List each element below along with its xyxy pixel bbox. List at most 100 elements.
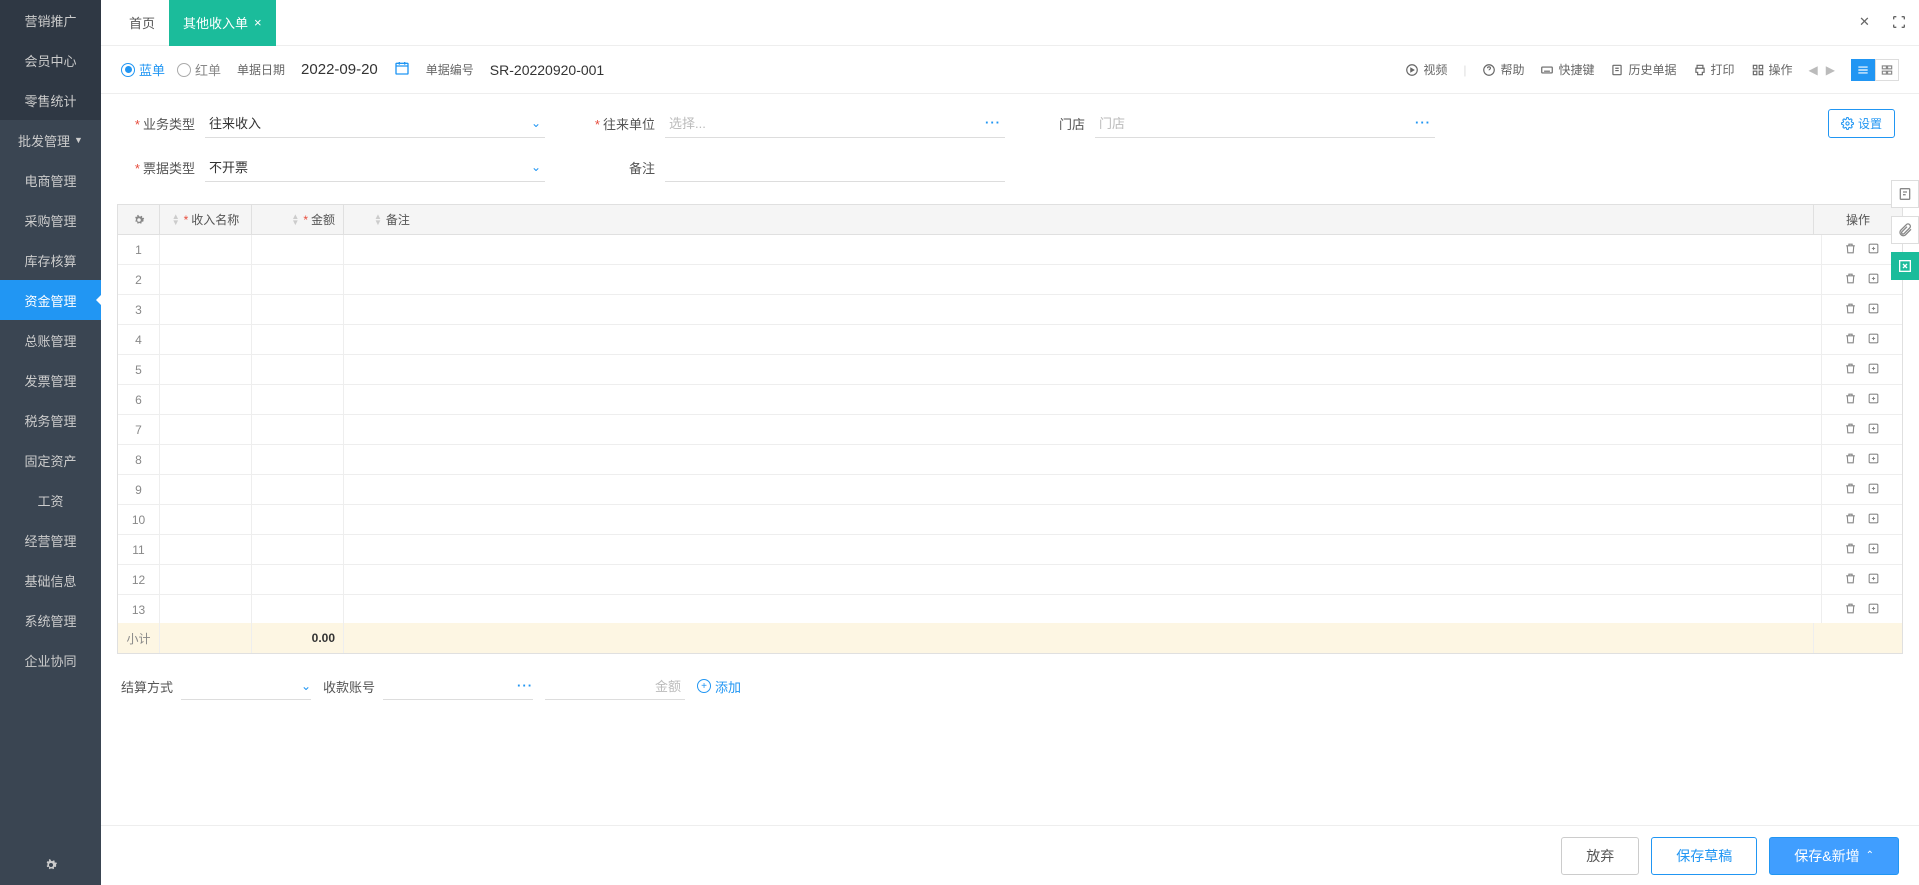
rail-attach-button[interactable] xyxy=(1891,216,1919,244)
shortcut-link[interactable]: 快捷键 xyxy=(1540,61,1594,78)
sidebar-item-10[interactable]: 税务管理 xyxy=(0,400,101,440)
header-amount[interactable]: ▲▼ *金额 xyxy=(252,205,344,234)
view-card-button[interactable] xyxy=(1875,59,1899,81)
header-gear[interactable] xyxy=(118,205,160,234)
sidebar-settings[interactable] xyxy=(0,845,101,885)
add-row-icon[interactable] xyxy=(1867,602,1880,618)
close-icon[interactable]: × xyxy=(254,15,262,30)
add-row-icon[interactable] xyxy=(1867,242,1880,258)
table-row[interactable]: 2 xyxy=(118,265,1902,295)
sidebar-item-9[interactable]: 发票管理 xyxy=(0,360,101,400)
sidebar-item-16[interactable]: 企业协同 xyxy=(0,640,101,680)
help-link[interactable]: 帮助 xyxy=(1482,61,1524,78)
add-row-icon[interactable] xyxy=(1867,332,1880,348)
account-select[interactable]: ··· xyxy=(383,672,533,700)
business-type-select[interactable]: 往来收入 ⌄ xyxy=(205,108,545,138)
delete-icon[interactable] xyxy=(1844,242,1857,258)
operate-link[interactable]: 操作 xyxy=(1751,61,1793,78)
delete-icon[interactable] xyxy=(1844,392,1857,408)
save-new-button[interactable]: 保存&新增⌃ xyxy=(1769,837,1899,875)
rail-expand-button[interactable] xyxy=(1891,252,1919,280)
history-link[interactable]: 历史单据 xyxy=(1610,61,1676,78)
table-row[interactable]: 8 xyxy=(118,445,1902,475)
delete-icon[interactable] xyxy=(1844,452,1857,468)
table-row[interactable]: 6 xyxy=(118,385,1902,415)
sidebar-item-1[interactable]: 会员中心 xyxy=(0,40,101,80)
table-row[interactable]: 9 xyxy=(118,475,1902,505)
close-all-icon[interactable]: ✕ xyxy=(1859,14,1877,32)
add-row-icon[interactable] xyxy=(1867,452,1880,468)
delete-icon[interactable] xyxy=(1844,542,1857,558)
delete-icon[interactable] xyxy=(1844,482,1857,498)
table-row[interactable]: 4 xyxy=(118,325,1902,355)
video-link[interactable]: 视频 xyxy=(1405,61,1447,78)
sidebar-item-3[interactable]: 批发管理▼ xyxy=(0,120,101,160)
store-select[interactable]: 门店 ··· xyxy=(1095,108,1435,138)
radio-red[interactable]: 红单 xyxy=(177,60,221,79)
add-row-icon[interactable] xyxy=(1867,512,1880,528)
delete-icon[interactable] xyxy=(1844,422,1857,438)
save-draft-button[interactable]: 保存草稿 xyxy=(1651,837,1757,875)
abandon-button[interactable]: 放弃 xyxy=(1561,837,1639,875)
add-row-icon[interactable] xyxy=(1867,572,1880,588)
radio-blue[interactable]: 蓝单 xyxy=(121,60,165,79)
amount-input[interactable]: 金额 xyxy=(545,672,685,700)
add-row-icon[interactable] xyxy=(1867,422,1880,438)
add-row-icon[interactable] xyxy=(1867,542,1880,558)
sidebar-item-13[interactable]: 经营管理 xyxy=(0,520,101,560)
add-row-icon[interactable] xyxy=(1867,302,1880,318)
table-row[interactable]: 11 xyxy=(118,535,1902,565)
remark-input[interactable] xyxy=(665,152,1005,182)
sidebar-item-7[interactable]: 资金管理 xyxy=(0,280,101,320)
tab-other-income[interactable]: 其他收入单× xyxy=(169,0,276,46)
sidebar: 营销推广会员中心零售统计批发管理▼电商管理采购管理库存核算资金管理总账管理发票管… xyxy=(0,0,101,885)
sidebar-item-12[interactable]: 工资 xyxy=(0,480,101,520)
next-icon[interactable]: ▶ xyxy=(1826,63,1835,77)
settle-method-select[interactable]: ⌄ xyxy=(181,672,311,700)
sidebar-item-0[interactable]: 营销推广 xyxy=(0,0,101,40)
sidebar-item-6[interactable]: 库存核算 xyxy=(0,240,101,280)
sidebar-item-5[interactable]: 采购管理 xyxy=(0,200,101,240)
prev-icon[interactable]: ◀ xyxy=(1809,63,1818,77)
chevron-down-icon: ⌄ xyxy=(531,160,541,174)
sidebar-item-2[interactable]: 零售统计 xyxy=(0,80,101,120)
rail-note-button[interactable] xyxy=(1891,180,1919,208)
partner-label: *往来单位 xyxy=(585,114,655,133)
header-name[interactable]: ▲▼ *收入名称 xyxy=(160,205,252,234)
header-remark[interactable]: ▲▼ 备注 xyxy=(344,205,1814,234)
add-row-icon[interactable] xyxy=(1867,362,1880,378)
delete-icon[interactable] xyxy=(1844,272,1857,288)
add-button[interactable]: + 添加 xyxy=(697,677,741,696)
invoice-type-label: *票据类型 xyxy=(125,158,195,177)
setting-button[interactable]: 设置 xyxy=(1828,109,1895,138)
table-row[interactable]: 10 xyxy=(118,505,1902,535)
sidebar-item-4[interactable]: 电商管理 xyxy=(0,160,101,200)
table-row[interactable]: 12 xyxy=(118,565,1902,595)
delete-icon[interactable] xyxy=(1844,602,1857,618)
sidebar-item-14[interactable]: 基础信息 xyxy=(0,560,101,600)
sidebar-item-15[interactable]: 系统管理 xyxy=(0,600,101,640)
invoice-type-select[interactable]: 不开票 ⌄ xyxy=(205,152,545,182)
date-value[interactable]: 2022-09-20 xyxy=(301,61,378,78)
table-row[interactable]: 13 xyxy=(118,595,1902,623)
print-link[interactable]: 打印 xyxy=(1693,61,1735,78)
table-row[interactable]: 5 xyxy=(118,355,1902,385)
add-row-icon[interactable] xyxy=(1867,392,1880,408)
delete-icon[interactable] xyxy=(1844,362,1857,378)
calendar-icon[interactable] xyxy=(394,60,410,79)
view-list-button[interactable] xyxy=(1851,59,1875,81)
tab-home[interactable]: 首页 xyxy=(115,0,169,46)
table-row[interactable]: 1 xyxy=(118,235,1902,265)
delete-icon[interactable] xyxy=(1844,302,1857,318)
add-row-icon[interactable] xyxy=(1867,272,1880,288)
table-row[interactable]: 3 xyxy=(118,295,1902,325)
delete-icon[interactable] xyxy=(1844,512,1857,528)
delete-icon[interactable] xyxy=(1844,572,1857,588)
table-row[interactable]: 7 xyxy=(118,415,1902,445)
sidebar-item-8[interactable]: 总账管理 xyxy=(0,320,101,360)
sidebar-item-11[interactable]: 固定资产 xyxy=(0,440,101,480)
add-row-icon[interactable] xyxy=(1867,482,1880,498)
fullscreen-icon[interactable] xyxy=(1891,14,1909,32)
partner-select[interactable]: 选择... ··· xyxy=(665,108,1005,138)
delete-icon[interactable] xyxy=(1844,332,1857,348)
